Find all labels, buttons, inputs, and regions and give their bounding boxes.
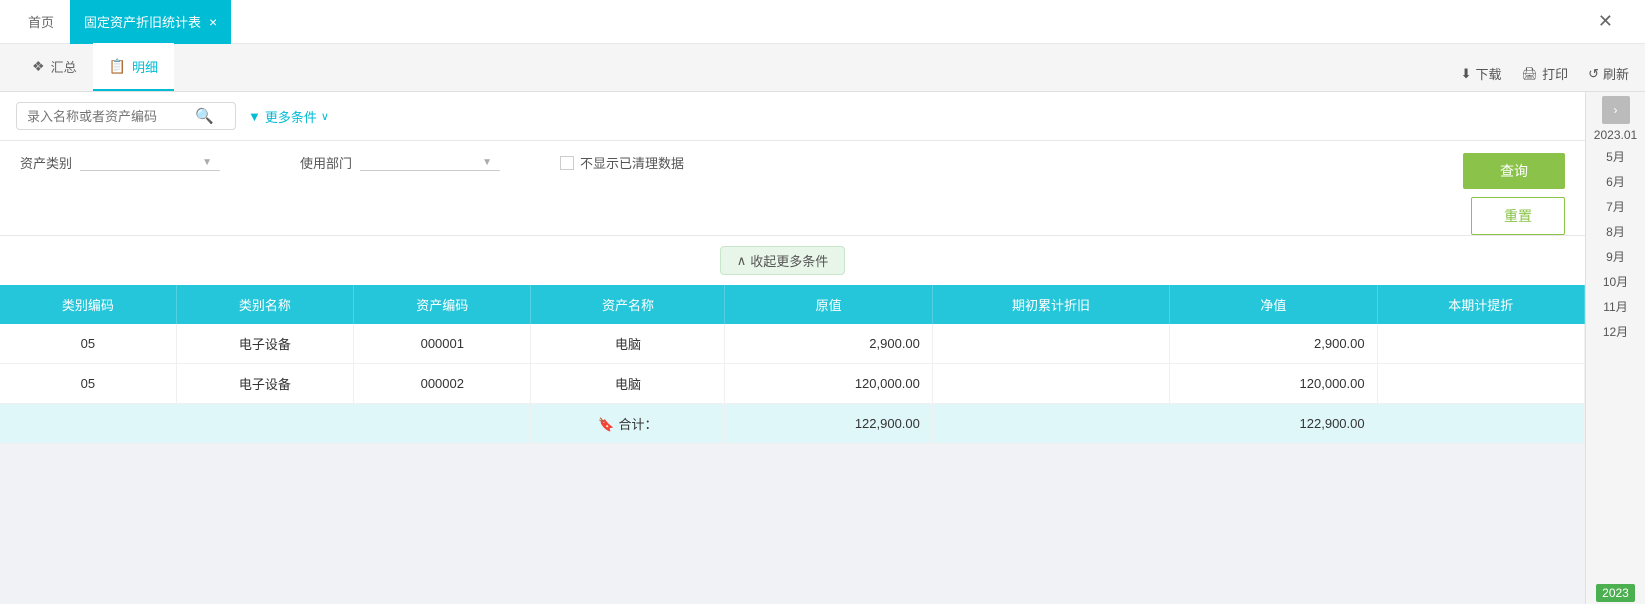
refresh-label: 刷新 — [1603, 64, 1629, 83]
download-label: 下载 — [1476, 64, 1502, 83]
month-10[interactable]: 10月 — [1586, 269, 1645, 294]
refresh-btn[interactable]: ↺ 刷新 — [1588, 64, 1629, 83]
asset-category-select[interactable]: ▼ — [80, 155, 220, 171]
total-label-cell — [0, 404, 531, 444]
total-initial-acc — [932, 404, 1169, 444]
cell-period-dep — [1377, 324, 1584, 364]
no-cleared-checkbox[interactable] — [560, 156, 574, 170]
tab-detail-label: 明细 — [132, 57, 158, 76]
col-original-value: 原值 — [725, 285, 932, 324]
year-badge[interactable]: 2023 — [1596, 584, 1635, 602]
department-select[interactable]: ▼ — [360, 155, 500, 171]
total-net-value: 122,900.00 — [1170, 404, 1377, 444]
reset-btn[interactable]: 重置 — [1471, 197, 1565, 235]
date-panel: › 2023.01 5月 6月 7月 8月 9月 10月 11月 12月 202… — [1585, 92, 1645, 604]
asset-category-item: 资产类别 ▼ — [20, 153, 220, 172]
date-year-label: 2023.01 — [1594, 128, 1637, 142]
data-table-wrap: 类别编码 类别名称 资产编码 资产名称 原值 期初累计折旧 净值 本期计提折 0… — [0, 285, 1645, 444]
search-wrap: 🔍 — [16, 102, 236, 130]
table-header-row: 类别编码 类别名称 资产编码 资产名称 原值 期初累计折旧 净值 本期计提折 — [0, 285, 1585, 324]
col-net-value: 净值 — [1170, 285, 1377, 324]
tab-label: 固定资产折旧统计表 — [84, 12, 201, 31]
col-asset-name: 资产名称 — [531, 285, 725, 324]
search-input[interactable] — [27, 109, 187, 124]
summary-icon: ❖ — [32, 58, 45, 75]
col-category-code: 类别编码 — [0, 285, 176, 324]
data-table: 类别编码 类别名称 资产编码 资产名称 原值 期初累计折旧 净值 本期计提折 0… — [0, 285, 1585, 444]
total-label: 🔖合计： — [531, 404, 725, 444]
tab-summary[interactable]: ❖ 汇总 — [16, 43, 93, 91]
total-period-dep — [1377, 404, 1584, 444]
department-arrow: ▼ — [482, 157, 492, 168]
print-label: 打印 — [1542, 64, 1568, 83]
sub-tab-bar: ❖ 汇总 📋 明细 ⬇ 下载 🖨 打印 ↺ 刷新 — [0, 44, 1645, 92]
asset-category-arrow: ▼ — [202, 157, 212, 168]
no-cleared-item: 不显示已清理数据 — [560, 153, 684, 172]
cell-original-value: 120,000.00 — [725, 364, 932, 404]
collapse-label: 收起更多条件 — [750, 251, 828, 270]
department-item: 使用部门 ▼ — [300, 153, 500, 172]
filter-icon: ▼ — [248, 109, 261, 124]
more-conditions-btn[interactable]: ▼ 更多条件 ∨ — [248, 107, 329, 126]
more-conditions-label: 更多条件 — [265, 107, 317, 126]
query-btn[interactable]: 查询 — [1463, 153, 1565, 189]
window-close-btn[interactable]: ✕ — [1582, 11, 1629, 32]
month-9[interactable]: 9月 — [1586, 244, 1645, 269]
month-12[interactable]: 12月 — [1586, 319, 1645, 344]
no-cleared-label: 不显示已清理数据 — [580, 153, 684, 172]
date-arrow-btn[interactable]: › — [1602, 96, 1630, 124]
refresh-icon: ↺ — [1588, 66, 1599, 82]
cell-asset-name: 电脑 — [531, 324, 725, 364]
asset-category-label: 资产类别 — [20, 153, 72, 172]
cell-period-dep — [1377, 364, 1584, 404]
download-btn[interactable]: ⬇ 下载 — [1461, 64, 1502, 83]
active-tab: 固定资产折旧统计表 × — [70, 0, 231, 44]
col-category-name: 类别名称 — [176, 285, 353, 324]
chevron-down-icon: ∨ — [321, 110, 329, 123]
tab-summary-label: 汇总 — [51, 57, 77, 76]
collapse-btn[interactable]: ∧ 收起更多条件 — [720, 246, 846, 275]
cell-cat-code: 05 — [0, 324, 176, 364]
tab-close-btn[interactable]: × — [209, 15, 217, 29]
detail-icon: 📋 — [109, 58, 126, 75]
download-icon: ⬇ — [1461, 66, 1472, 82]
top-nav-bar: 首页 固定资产折旧统计表 × ✕ — [0, 0, 1645, 44]
collapse-arrow-icon: ∧ — [737, 253, 747, 269]
cell-cat-code: 05 — [0, 364, 176, 404]
home-nav-item[interactable]: 首页 — [16, 12, 66, 31]
cell-net-value: 120,000.00 — [1170, 364, 1377, 404]
tab-detail[interactable]: 📋 明细 — [93, 43, 174, 91]
month-11[interactable]: 11月 — [1586, 294, 1645, 319]
action-buttons: 查询 重置 — [1463, 153, 1565, 235]
total-original-value: 122,900.00 — [725, 404, 932, 444]
cell-initial-acc — [932, 324, 1169, 364]
col-initial-accumulated: 期初累计折旧 — [932, 285, 1169, 324]
cell-cat-name: 电子设备 — [176, 364, 353, 404]
search-icon: 🔍 — [195, 107, 214, 125]
col-asset-code: 资产编码 — [354, 285, 531, 324]
table-total-row: 🔖合计： 122,900.00 122,900.00 — [0, 404, 1585, 444]
toolbar-right: ⬇ 下载 🖨 打印 ↺ 刷新 — [1461, 64, 1629, 91]
month-5[interactable]: 5月 — [1586, 144, 1645, 169]
month-6[interactable]: 6月 — [1586, 169, 1645, 194]
department-label: 使用部门 — [300, 153, 352, 172]
cell-initial-acc — [932, 364, 1169, 404]
table-row: 05 电子设备 000002 电脑 120,000.00 120,000.00 — [0, 364, 1585, 404]
cell-original-value: 2,900.00 — [725, 324, 932, 364]
cell-cat-name: 电子设备 — [176, 324, 353, 364]
cell-asset-name: 电脑 — [531, 364, 725, 404]
col-period-depreciation: 本期计提折 — [1377, 285, 1584, 324]
collapse-bar: ∧ 收起更多条件 — [0, 236, 1645, 285]
month-8[interactable]: 8月 — [1586, 219, 1645, 244]
print-btn[interactable]: 🖨 打印 — [1522, 64, 1569, 83]
cell-net-value: 2,900.00 — [1170, 324, 1377, 364]
cell-asset-code: 000001 — [354, 324, 531, 364]
month-7[interactable]: 7月 — [1586, 194, 1645, 219]
table-row: 05 电子设备 000001 电脑 2,900.00 2,900.00 — [0, 324, 1585, 364]
print-icon: 🖨 — [1522, 66, 1539, 82]
conditions-panel: 资产类别 ▼ 使用部门 ▼ 不显示已清理数据 查询 重置 — [0, 141, 1645, 236]
filter-bar: 🔍 ▼ 更多条件 ∨ — [0, 92, 1645, 141]
cell-asset-code: 000002 — [354, 364, 531, 404]
